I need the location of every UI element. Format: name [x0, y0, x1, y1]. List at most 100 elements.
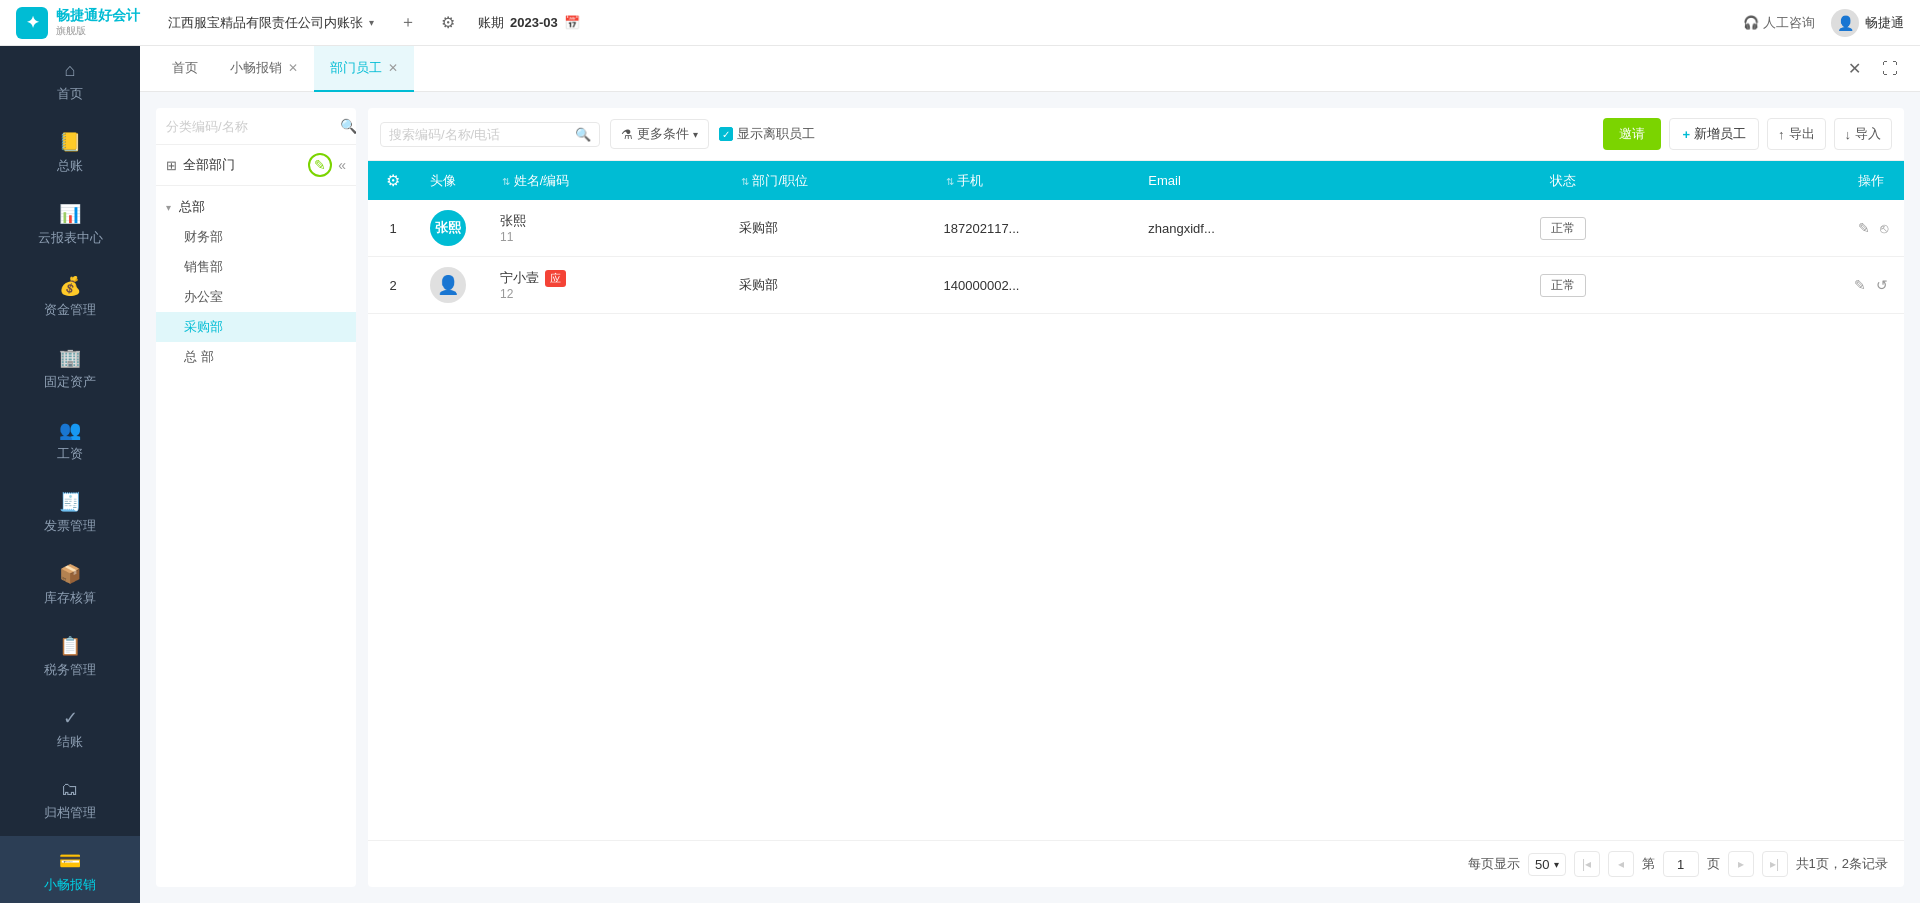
more-filter-button[interactable]: ⚗ 更多条件 ▾	[610, 119, 709, 149]
employee-panel: 🔍 ⚗ 更多条件 ▾ ✓ 显示离职员工 邀请	[368, 108, 1904, 887]
top-header: ✦ 畅捷通好会计 旗舰版 江西服宝精品有限责任公司内账张 ▾ ＋ ⚙ 账期 20…	[0, 0, 1920, 46]
table-row: 2 👤 宁小壹	[368, 257, 1904, 314]
edit-button[interactable]: ✎	[1854, 277, 1866, 293]
employee-toolbar: 🔍 ⚗ 更多条件 ▾ ✓ 显示离职员工 邀请	[368, 108, 1904, 161]
sidebar-item-fund[interactable]: 💰 资金管理	[0, 261, 140, 333]
col-email: Email	[1136, 161, 1392, 200]
collapse-dept-icon[interactable]: «	[338, 157, 346, 173]
tab-expense[interactable]: 小畅报销 ✕	[214, 46, 314, 92]
sidebar-item-inventory[interactable]: 📦 库存核算	[0, 549, 140, 621]
next-page-button[interactable]: ▸	[1728, 851, 1754, 877]
ledger-icon: 📒	[59, 131, 81, 153]
dept-item-general[interactable]: 总 部	[156, 342, 356, 372]
dept-item-procurement[interactable]: 采购部	[156, 312, 356, 342]
col-status: 状态	[1392, 161, 1733, 200]
import-button[interactable]: ↓ 导入	[1834, 118, 1893, 150]
app-edition: 旗舰版	[56, 24, 140, 38]
period-value: 2023-03	[510, 15, 558, 30]
dept-item-office[interactable]: 办公室	[156, 282, 356, 312]
table-settings-icon[interactable]: ⚙	[386, 172, 400, 189]
fund-icon: 💰	[59, 275, 81, 297]
dept-group-header-headquarters[interactable]: ▾ 总部	[156, 192, 356, 222]
dept-edit-button[interactable]: ✎	[308, 153, 332, 177]
first-page-button[interactable]: |◂	[1574, 851, 1600, 877]
header-right: 🎧 人工咨询 👤 畅捷通	[1743, 9, 1904, 37]
row-phone: 140000002...	[932, 257, 1137, 314]
sidebar-item-assets[interactable]: 🏢 固定资产	[0, 333, 140, 405]
tab-home[interactable]: 首页	[156, 46, 214, 92]
col-phone[interactable]: ⇅ 手机	[932, 161, 1137, 200]
toolbar-right: 邀请 + 新增员工 ↑ 导出 ↓ 导入	[1603, 118, 1892, 150]
customer-service-button[interactable]: 🎧 人工咨询	[1743, 14, 1815, 32]
row-name-code: 宁小壹 应 12	[488, 257, 727, 314]
checkbox-box: ✓	[719, 127, 733, 141]
sidebar-item-tax[interactable]: 📋 税务管理	[0, 621, 140, 693]
employee-table: ⚙ 头像 ⇅ 姓名/编码 ⇅	[368, 161, 1904, 840]
user-name: 畅捷通	[1865, 14, 1904, 32]
last-page-button[interactable]: ▸|	[1762, 851, 1788, 877]
sidebar-item-expense[interactable]: 💳 小畅报销	[0, 836, 140, 903]
col-actions: 操作	[1733, 161, 1904, 200]
col-dept-position[interactable]: ⇅ 部门/职位	[727, 161, 932, 200]
dept-search-input[interactable]	[166, 119, 334, 134]
row-no: 1	[368, 200, 418, 257]
dept-item-sales[interactable]: 销售部	[156, 252, 356, 282]
employee-search-icon[interactable]: 🔍	[575, 127, 591, 142]
chevron-down-icon: ▾	[1554, 859, 1559, 870]
avatar: 👤	[430, 267, 466, 303]
calendar-icon[interactable]: 📅	[564, 15, 580, 30]
employee-badge: 应	[545, 270, 566, 287]
tab-expense-close[interactable]: ✕	[288, 61, 298, 75]
row-no: 2	[368, 257, 418, 314]
sidebar-item-ledger[interactable]: 📒 总账	[0, 117, 140, 189]
settings-icon[interactable]: ⚙	[434, 9, 462, 37]
sort-icon3: ⇅	[946, 176, 954, 187]
inventory-icon: 📦	[59, 563, 81, 585]
sidebar-item-close[interactable]: ✓ 结账	[0, 693, 140, 765]
sidebar-item-reports[interactable]: 📊 云报表中心	[0, 189, 140, 261]
user-area[interactable]: 👤 畅捷通	[1831, 9, 1904, 37]
col-settings: ⚙	[368, 161, 418, 200]
col-avatar: 头像	[418, 161, 488, 200]
row-avatar: 👤	[418, 257, 488, 314]
sidebar-item-home[interactable]: ⌂ 首页	[0, 46, 140, 117]
tab-department-close[interactable]: ✕	[388, 61, 398, 75]
page-size-select[interactable]: 50 ▾	[1528, 853, 1565, 876]
employee-search-box: 🔍	[380, 122, 600, 147]
add-employee-button[interactable]: + 新增员工	[1669, 118, 1759, 150]
export-button[interactable]: ↑ 导出	[1767, 118, 1826, 150]
edit-button[interactable]: ✎	[1858, 220, 1870, 236]
all-dept-button[interactable]: ⊞ 全部部门	[166, 156, 235, 174]
show-resigned-checkbox[interactable]: ✓ 显示离职员工	[719, 125, 815, 143]
dept-search-area: 🔍	[156, 108, 356, 145]
chevron-down-icon: ▾	[369, 17, 374, 28]
sort-icon: ⇅	[502, 176, 510, 187]
company-selector[interactable]: 江西服宝精品有限责任公司内账张 ▾	[156, 14, 386, 32]
sidebar-item-payroll[interactable]: 👥 工资	[0, 405, 140, 477]
page-number-input[interactable]	[1663, 851, 1699, 877]
col-name-code[interactable]: ⇅ 姓名/编码	[488, 161, 727, 200]
tax-icon: 📋	[59, 635, 81, 657]
sidebar-item-invoice[interactable]: 🧾 发票管理	[0, 477, 140, 549]
dept-header: ⊞ 全部部门 ✎ «	[156, 145, 356, 186]
dept-search-icon[interactable]: 🔍	[340, 118, 356, 134]
tab-department[interactable]: 部门员工 ✕	[314, 46, 414, 92]
prev-page-button[interactable]: ◂	[1608, 851, 1634, 877]
filter-icon: ⚗	[621, 127, 633, 142]
row-phone: 187202117...	[932, 200, 1137, 257]
sidebar-item-archive[interactable]: 🗂 归档管理	[0, 765, 140, 836]
period-label: 账期	[478, 14, 504, 32]
logout-button[interactable]: ⎋	[1880, 220, 1888, 236]
tree-expand-icon: ▾	[166, 202, 171, 213]
dept-item-finance[interactable]: 财务部	[156, 222, 356, 252]
maximize-button[interactable]: ⛶	[1876, 55, 1904, 83]
close-tab-button[interactable]: ✕	[1840, 55, 1868, 83]
employee-search-input[interactable]	[389, 127, 569, 142]
tabs-right-actions: ✕ ⛶	[1840, 55, 1904, 83]
invite-button[interactable]: 邀请	[1603, 118, 1661, 150]
avatar: 张熙	[430, 210, 466, 246]
check-icon: ✓	[722, 129, 730, 140]
reports-icon: 📊	[59, 203, 81, 225]
add-tab-button[interactable]: ＋	[394, 9, 422, 37]
reset-button[interactable]: ↺	[1876, 277, 1888, 293]
